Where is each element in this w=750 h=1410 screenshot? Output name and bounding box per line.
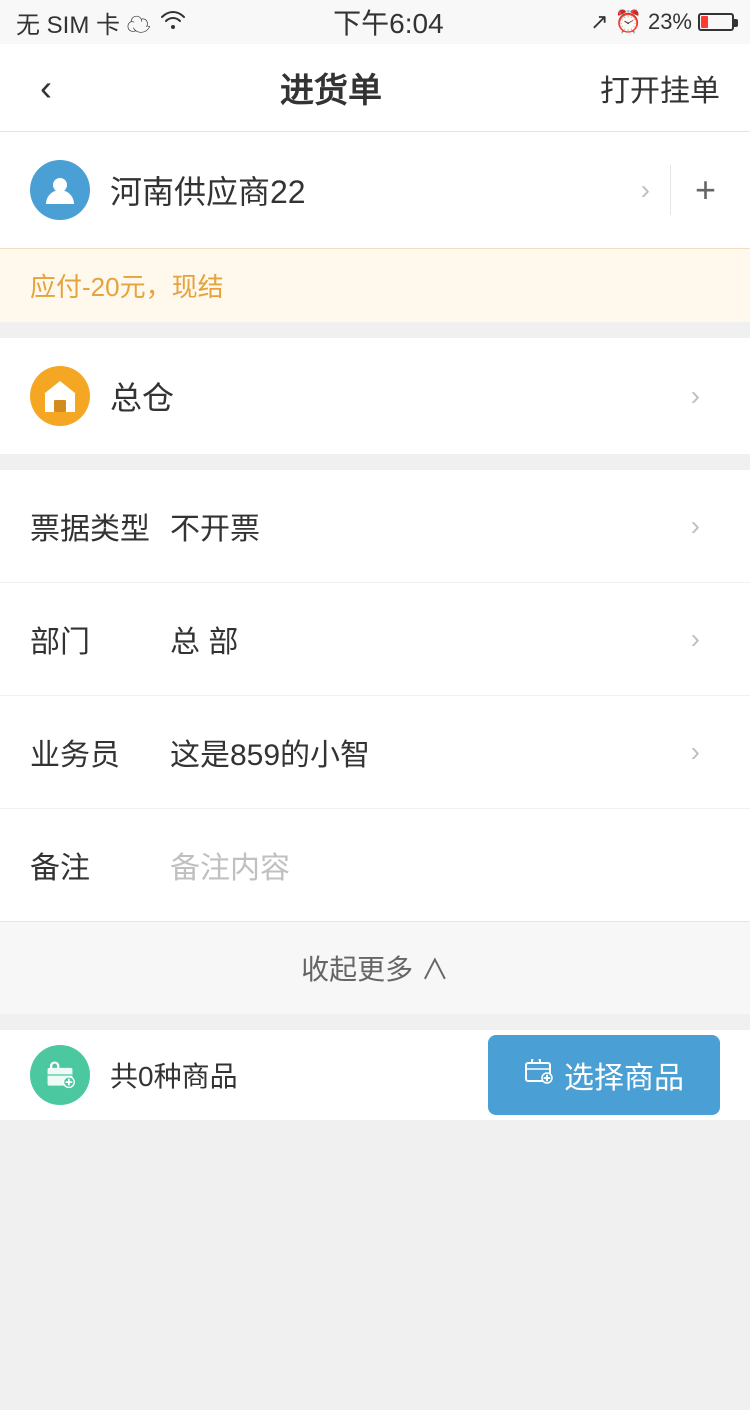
plus-icon: +: [695, 169, 716, 211]
sim-label: 无 SIM 卡 ☁: [16, 5, 151, 40]
supplier-section: 河南供应商22 › + 应付-20元，现结: [0, 132, 750, 322]
back-button[interactable]: ‹: [30, 57, 62, 119]
warehouse-name: 总仓: [110, 373, 691, 419]
status-bar: 无 SIM 卡 ☁ 下午6:04 ↗ ⏰ 23%: [0, 0, 750, 44]
invoice-type-label: 票据类型: [30, 504, 150, 548]
department-value: 总 部: [150, 617, 691, 661]
notice-bar: 应付-20元，现结: [0, 248, 750, 322]
notice-text: 应付-20元，现结: [30, 272, 224, 302]
open-pending-button[interactable]: 打开挂单: [600, 66, 720, 110]
status-time: 下午6:04: [333, 2, 444, 42]
invoice-type-chevron-icon: ›: [691, 510, 700, 542]
content: 河南供应商22 › + 应付-20元，现结 总仓 › 票据类型 不开票: [0, 132, 750, 1410]
form-section: 票据类型 不开票 › 部门 总 部 › 业务员 这是859的小智 › 备注 备注…: [0, 470, 750, 921]
supplier-chevron-icon: ›: [641, 174, 650, 206]
alarm-icon: ⏰: [615, 9, 642, 35]
select-product-button[interactable]: 选择商品: [488, 1035, 720, 1115]
product-count-label: 共0种商品: [110, 1055, 488, 1095]
collapse-label: 收起更多 ∧: [301, 954, 449, 985]
salesperson-value: 这是859的小智: [150, 730, 691, 774]
warehouse-chevron-icon: ›: [691, 380, 700, 412]
warehouse-avatar: [30, 366, 90, 426]
remark-row[interactable]: 备注 备注内容: [0, 809, 750, 921]
invoice-type-row[interactable]: 票据类型 不开票 ›: [0, 470, 750, 583]
supplier-avatar: [30, 160, 90, 220]
add-supplier-button[interactable]: +: [670, 165, 720, 215]
department-label: 部门: [30, 617, 150, 661]
nav-bar: ‹ 进货单 打开挂单: [0, 44, 750, 132]
bottom-bar: 共0种商品 选择商品: [0, 1030, 750, 1120]
department-row[interactable]: 部门 总 部 ›: [0, 583, 750, 696]
wifi-icon: [159, 8, 187, 36]
battery-icon: [698, 13, 734, 31]
department-chevron-icon: ›: [691, 623, 700, 655]
gray-bottom-area: [0, 1120, 750, 1410]
invoice-type-value: 不开票: [150, 504, 691, 548]
status-right: ↗ ⏰ 23%: [590, 9, 734, 35]
supplier-name: 河南供应商22: [110, 167, 641, 213]
supplier-row[interactable]: 河南供应商22 › +: [0, 132, 750, 248]
collapse-button[interactable]: 收起更多 ∧: [0, 921, 750, 1014]
status-left: 无 SIM 卡 ☁: [16, 5, 187, 40]
battery-percent: 23%: [648, 9, 692, 35]
warehouse-section[interactable]: 总仓 ›: [0, 338, 750, 454]
remark-label: 备注: [30, 843, 150, 887]
page-title: 进货单: [280, 63, 382, 112]
product-icon: [30, 1045, 90, 1105]
select-product-label: 选择商品: [564, 1053, 684, 1097]
salesperson-row[interactable]: 业务员 这是859的小智 ›: [0, 696, 750, 809]
salesperson-chevron-icon: ›: [691, 736, 700, 768]
remark-input[interactable]: 备注内容: [150, 843, 720, 887]
cart-icon: [524, 1059, 554, 1092]
location-icon: ↗: [590, 9, 608, 35]
salesperson-label: 业务员: [30, 730, 150, 774]
